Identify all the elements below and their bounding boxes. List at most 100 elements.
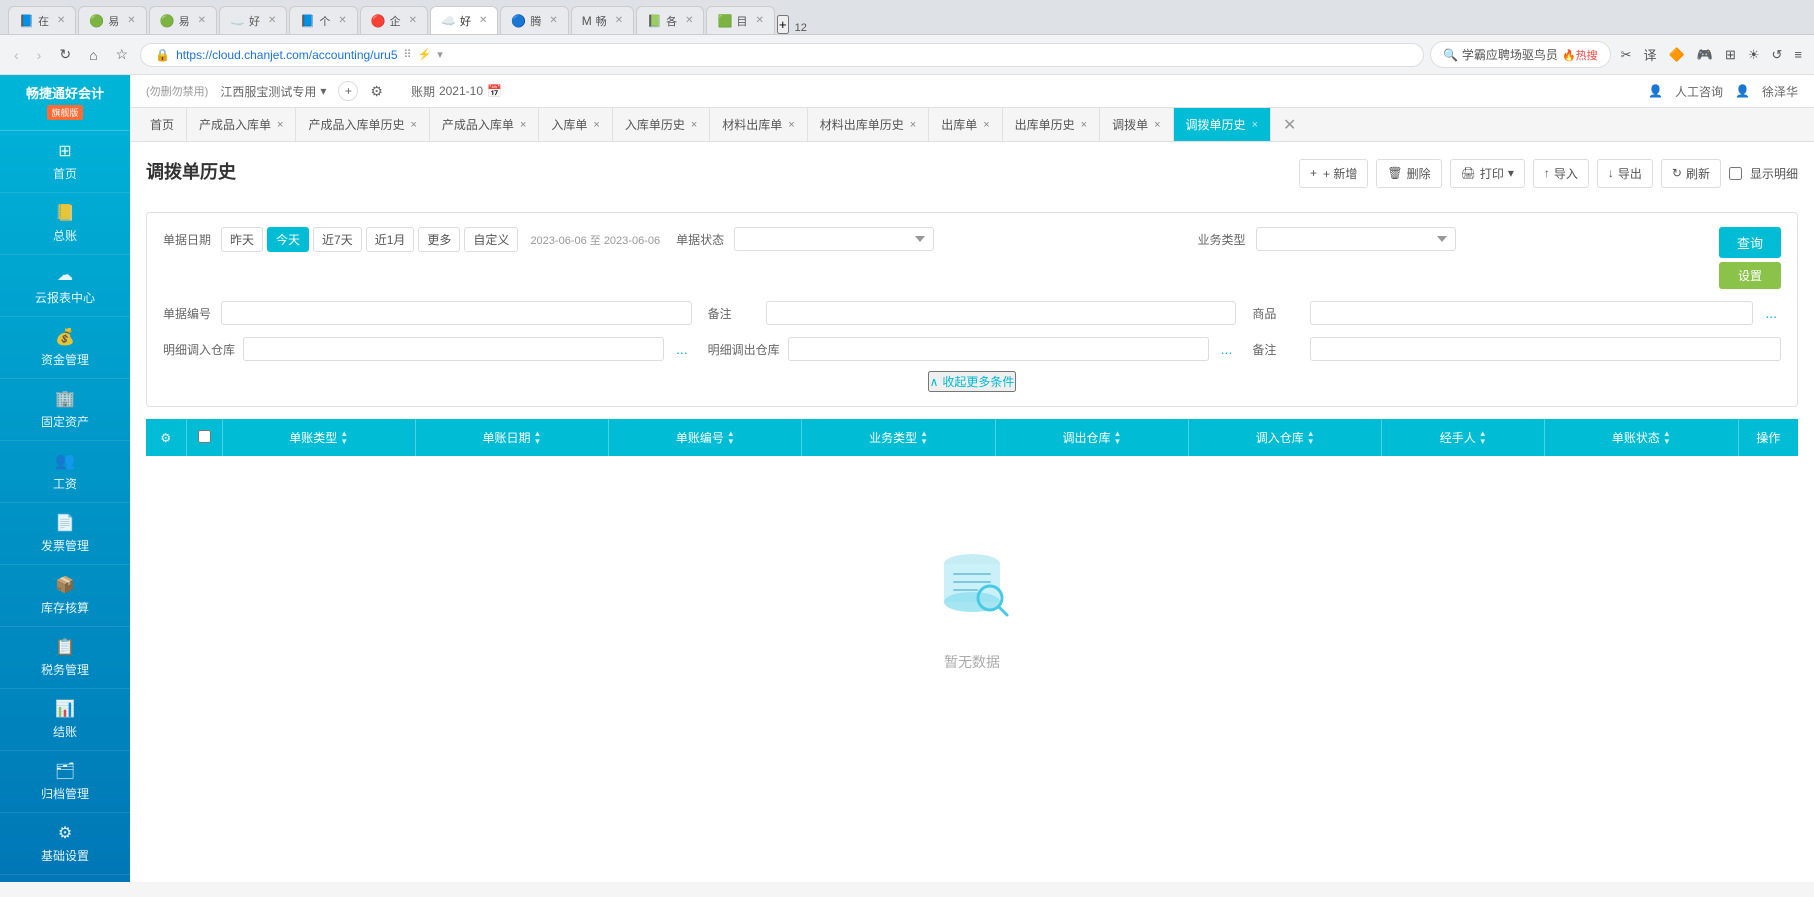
page-tab-material-out[interactable]: 材料出库单 × (710, 108, 807, 141)
close-out[interactable]: × (983, 119, 989, 131)
7days-button[interactable]: 近7天 (313, 227, 362, 252)
close-product-in2[interactable]: × (520, 119, 526, 131)
address-bar[interactable]: 🔒 https://cloud.chanjet.com/accounting/u… (140, 43, 1424, 67)
display-toggle-checkbox[interactable] (1729, 167, 1742, 180)
tab-close-11[interactable]: ✕ (755, 15, 763, 26)
col-status[interactable]: 单账状态 ▲▼ (1545, 419, 1738, 456)
biz-type-select[interactable] (1256, 227, 1456, 251)
remark2-input[interactable] (1310, 337, 1781, 361)
back-button[interactable]: ‹ (8, 43, 25, 67)
translate-icon[interactable]: 译 (1640, 41, 1661, 68)
page-tab-out[interactable]: 出库单 × (929, 108, 1002, 141)
docnum-input[interactable] (221, 301, 692, 325)
tab-close-4[interactable]: ✕ (268, 15, 276, 26)
browser-tab-2[interactable]: 🟢 易 ✕ (78, 6, 146, 34)
display-toggle-label[interactable]: 显示明细 (1729, 165, 1798, 182)
company-selector[interactable]: 江西服宝测试专用 ▾ (220, 83, 326, 100)
status-select[interactable]: 全部 未审核 已审核 (734, 227, 934, 251)
page-tab-out-history[interactable]: 出库单历史 × (1003, 108, 1100, 141)
close-in-history[interactable]: × (691, 119, 697, 131)
export-button[interactable]: ↓ 导出 (1597, 159, 1653, 188)
tab-close-9[interactable]: ✕ (615, 15, 623, 26)
col-type[interactable]: 单账类型 ▲▼ (222, 419, 415, 456)
col-number[interactable]: 单账编号 ▲▼ (609, 419, 802, 456)
browser-tab-7[interactable]: ☁️ 好 ✕ (430, 6, 498, 34)
menu-icon[interactable]: ≡ (1790, 43, 1806, 66)
warehouse-in-dots-button[interactable]: ... (672, 341, 692, 357)
import-button[interactable]: ↑ 导入 (1533, 159, 1589, 188)
tab-close-2[interactable]: ✕ (127, 15, 135, 26)
home-browser-button[interactable]: ⌂ (83, 43, 103, 67)
filter-settings-button[interactable]: 设置 (1719, 262, 1781, 289)
new-tab-button[interactable]: + (777, 15, 789, 34)
warehouse-out-input[interactable] (788, 337, 1209, 361)
bookmark-button[interactable]: ☆ (110, 42, 135, 67)
page-tab-product-in[interactable]: 产成品入库单 × (187, 108, 296, 141)
custom-button[interactable]: 自定义 (464, 227, 518, 252)
tab-close-3[interactable]: ✕ (198, 15, 206, 26)
browser-tab-4[interactable]: ☁️ 好 ✕ (219, 6, 287, 34)
sidebar-item-guide[interactable]: 📖 新手引导 (0, 875, 130, 882)
close-transfer-history[interactable]: × (1252, 119, 1258, 131)
select-all-checkbox[interactable] (198, 430, 211, 443)
close-all-button[interactable]: ✕ (1275, 111, 1304, 139)
brightness-icon[interactable]: ☀ (1744, 43, 1764, 67)
tab-close-7[interactable]: ✕ (479, 15, 487, 26)
sidebar-item-ledger[interactable]: 📒 总账 (0, 193, 130, 255)
page-tab-in-history[interactable]: 入库单历史 × (613, 108, 710, 141)
warehouse-out-dots-button[interactable]: ... (1217, 341, 1237, 357)
refresh-button[interactable]: ↻ 刷新 (1661, 159, 1721, 188)
col-operator[interactable]: 经手人 ▲▼ (1382, 419, 1545, 456)
close-transfer[interactable]: × (1154, 119, 1160, 131)
query-button[interactable]: 查询 (1719, 227, 1781, 258)
close-material-out-history[interactable]: × (910, 119, 916, 131)
browser-tab-6[interactable]: 🔴 企 ✕ (360, 6, 428, 34)
tab-close-8[interactable]: ✕ (549, 15, 557, 26)
more-button[interactable]: 更多 (418, 227, 460, 252)
page-tab-material-out-history[interactable]: 材料出库单历史 × (808, 108, 929, 141)
goods-dots-button[interactable]: ... (1761, 305, 1781, 321)
1month-button[interactable]: 近1月 (366, 227, 415, 252)
close-out-history[interactable]: × (1081, 119, 1087, 131)
page-tab-transfer-history[interactable]: 调拨单历史 × (1174, 108, 1271, 141)
refresh-browser-button[interactable]: ↻ (53, 42, 77, 67)
page-tab-home[interactable]: 首页 (138, 108, 187, 141)
ai-service-text[interactable]: 人工咨询 (1675, 83, 1723, 100)
browser-tab-11[interactable]: 🟩 目 ✕ (706, 6, 774, 34)
warehouse-in-input[interactable] (243, 337, 664, 361)
sidebar-item-inventory[interactable]: 📦 库存核算 (0, 565, 130, 627)
scissors-icon[interactable]: ✂ (1617, 43, 1636, 67)
sidebar-item-salary[interactable]: 👥 工资 (0, 441, 130, 503)
close-product-in-history[interactable]: × (410, 119, 416, 131)
tab-close-6[interactable]: ✕ (409, 15, 417, 26)
collapse-button[interactable]: ∧ 收起更多条件 (928, 371, 1017, 392)
browser-tab-3[interactable]: 🟢 易 ✕ (149, 6, 217, 34)
today-button[interactable]: 今天 (267, 227, 309, 252)
add-company-button[interactable]: + (338, 81, 358, 101)
close-in[interactable]: × (593, 119, 599, 131)
forward-button[interactable]: › (31, 43, 48, 67)
tab-count-badge[interactable]: 12 (795, 22, 807, 34)
extension-icon[interactable]: 🔶 (1665, 43, 1689, 67)
checkbox-column-header[interactable] (186, 419, 222, 456)
sidebar-item-tax[interactable]: 📋 税务管理 (0, 627, 130, 689)
undo-icon[interactable]: ↺ (1768, 43, 1787, 67)
browser-tab-8[interactable]: 🔵 腾 ✕ (500, 6, 568, 34)
grid-icon[interactable]: ⊞ (1721, 43, 1740, 67)
sidebar-item-reports[interactable]: ☁ 云报表中心 (0, 255, 130, 317)
browser-tab-10[interactable]: 📗 各 ✕ (636, 6, 704, 34)
sidebar-item-capital[interactable]: 💰 资金管理 (0, 317, 130, 379)
print-button[interactable]: 🖨 打印 ▾ (1450, 159, 1525, 188)
sidebar-item-assets[interactable]: 🏢 固定资产 (0, 379, 130, 441)
settings-gear-button[interactable]: ⚙ (370, 83, 383, 100)
gamepad-icon[interactable]: 🎮 (1693, 43, 1717, 67)
col-out-warehouse[interactable]: 调出仓库 ▲▼ (995, 419, 1188, 456)
remark-input[interactable] (766, 301, 1237, 325)
tab-close-1[interactable]: ✕ (57, 15, 65, 26)
calendar-icon[interactable]: 📅 (487, 84, 502, 98)
sidebar-item-invoice[interactable]: 📄 发票管理 (0, 503, 130, 565)
delete-button[interactable]: 🗑 删除 (1376, 159, 1441, 188)
gear-column-header[interactable]: ⚙ (146, 419, 186, 456)
page-tab-product-in-history[interactable]: 产成品入库单历史 × (296, 108, 429, 141)
sidebar-item-settings[interactable]: ⚙ 基础设置 (0, 813, 130, 875)
